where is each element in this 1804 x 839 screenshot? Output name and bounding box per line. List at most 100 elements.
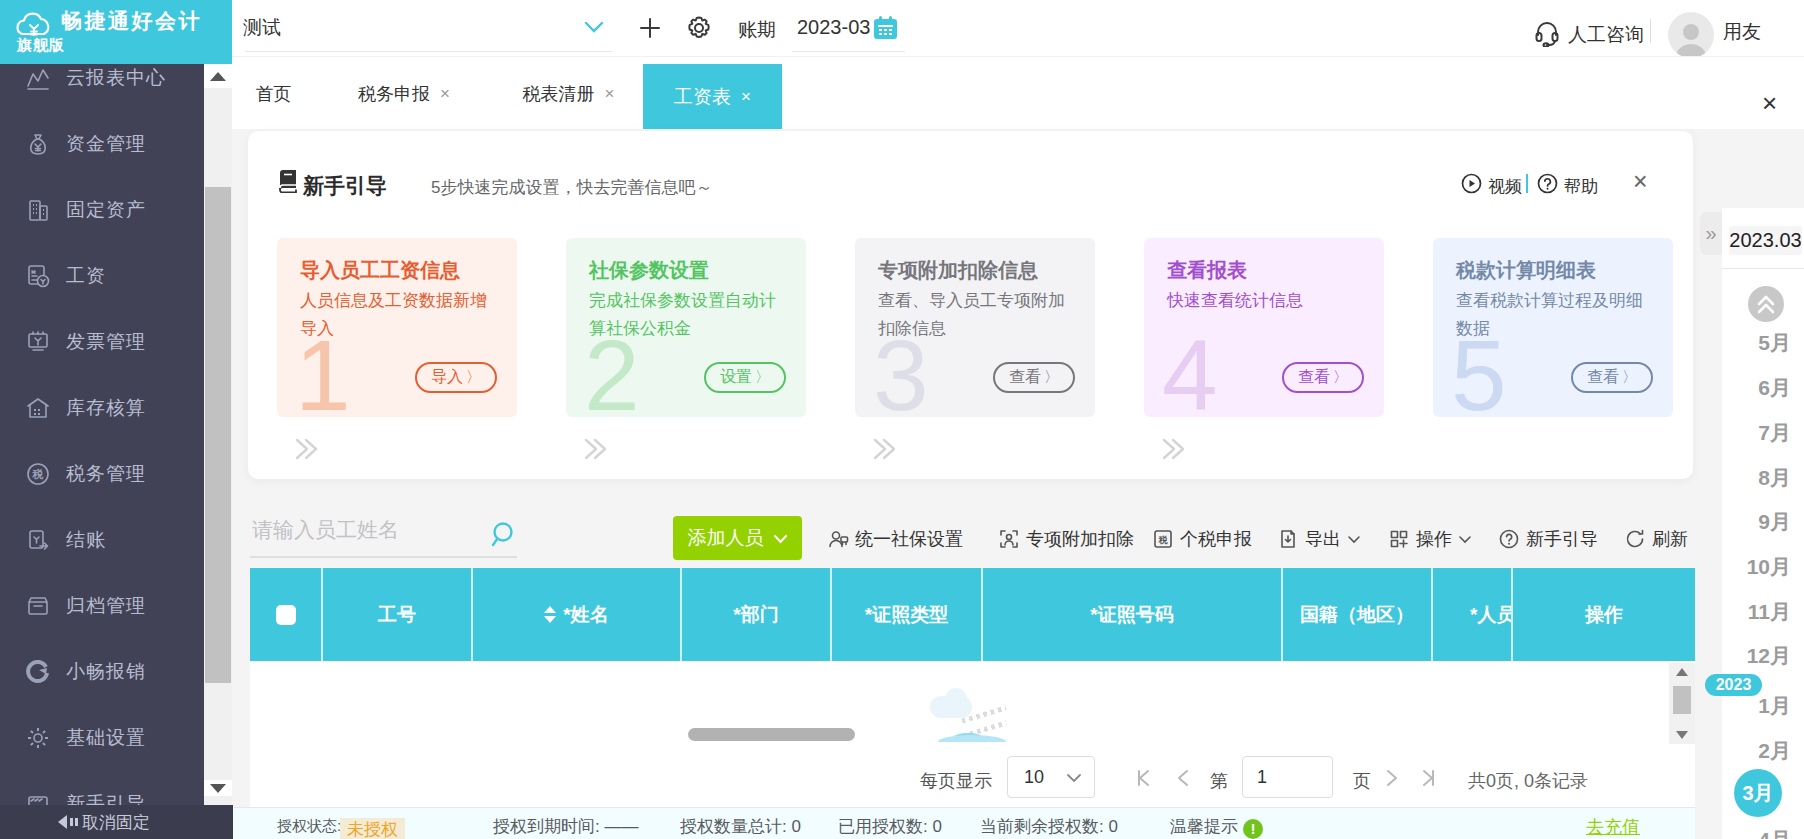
column-header-国籍地区[interactable]: 国籍（地区） bbox=[1283, 568, 1433, 661]
tab-close-icon[interactable]: × bbox=[605, 84, 615, 104]
sidebar-scroll-down-button[interactable] bbox=[204, 780, 232, 796]
calendar-month-4月[interactable]: 4月 bbox=[1722, 826, 1804, 839]
unpin-sidebar-button[interactable]: 取消固定 bbox=[0, 805, 233, 839]
tab-4[interactable]: 工资表 × bbox=[643, 64, 782, 130]
page-input[interactable]: 1 bbox=[1242, 756, 1333, 798]
tab-label: 工资表 bbox=[674, 84, 731, 110]
select-all-checkbox[interactable] bbox=[276, 605, 296, 625]
sidebar-item-7[interactable]: 税税务管理 bbox=[0, 441, 204, 507]
per-page-select[interactable]: 10 bbox=[1007, 756, 1095, 798]
calendar-month-6月[interactable]: 6月 bbox=[1722, 374, 1804, 402]
tabbar-close-icon[interactable]: × bbox=[1762, 88, 1777, 119]
guide-card-action-button[interactable]: 查看〉 bbox=[1571, 362, 1653, 393]
last-page-button[interactable] bbox=[1419, 767, 1437, 793]
tab-close-icon[interactable]: × bbox=[440, 84, 450, 104]
sidebar-item-label: 小畅报销 bbox=[66, 659, 146, 685]
column-header-证照号码[interactable]: *证照号码 bbox=[983, 568, 1283, 661]
user-name[interactable]: 用友 bbox=[1723, 19, 1761, 45]
column-header-姓名[interactable]: *姓名 bbox=[473, 568, 682, 661]
horizontal-scrollbar-thumb[interactable] bbox=[688, 728, 855, 741]
search-underline bbox=[250, 556, 517, 558]
calendar-collapse-button[interactable]: » bbox=[1700, 212, 1722, 255]
tab-close-icon[interactable]: × bbox=[741, 87, 751, 107]
search-icon[interactable] bbox=[487, 520, 517, 554]
sidebar-scrollbar[interactable] bbox=[204, 64, 232, 839]
sidebar-item-4[interactable]: 工资 bbox=[0, 243, 204, 309]
tab-1[interactable]: 首页 bbox=[232, 57, 315, 130]
consult-button[interactable]: 人工咨询 bbox=[1534, 19, 1644, 51]
guide-card-2: 社保参数设置 完成社保参数设置自动计算社保公积金 2 设置〉 bbox=[566, 238, 806, 417]
license-status-chip: 未授权 bbox=[340, 818, 405, 839]
guide-help-button[interactable]: 帮助 bbox=[1537, 173, 1598, 199]
toolbar-统一社保设置[interactable]: 统一社保设置 bbox=[827, 527, 963, 551]
calendar-month-11月[interactable]: 11月 bbox=[1722, 598, 1804, 626]
guide-video-button[interactable]: 视频 bbox=[1461, 173, 1522, 199]
scan-icon bbox=[998, 528, 1020, 550]
column-header-证照类型[interactable]: *证照类型 bbox=[832, 568, 983, 661]
calendar-month-9月[interactable]: 9月 bbox=[1722, 508, 1804, 536]
sidebar-item-5[interactable]: 发票管理 bbox=[0, 309, 204, 375]
toolbar-新手引导[interactable]: 新手引导 bbox=[1498, 527, 1598, 551]
calendar-month-8月[interactable]: 8月 bbox=[1722, 464, 1804, 492]
search-input[interactable] bbox=[252, 512, 482, 548]
toolbar-action-label: 导出 bbox=[1305, 527, 1341, 551]
scroll-up-icon[interactable] bbox=[1676, 668, 1688, 676]
guide-close-icon[interactable]: × bbox=[1633, 167, 1648, 196]
tab-2[interactable]: 税务申报× bbox=[351, 57, 457, 130]
calendar-month-2月[interactable]: 2月 bbox=[1722, 737, 1804, 765]
recharge-link[interactable]: 去充值 bbox=[1586, 815, 1640, 839]
tab-3[interactable]: 税表清册× bbox=[511, 57, 626, 130]
sidebar-scroll-up-button[interactable] bbox=[204, 64, 232, 88]
sidebar-item-11[interactable]: 基础设置 bbox=[0, 705, 204, 771]
column-header-部门[interactable]: *部门 bbox=[682, 568, 832, 661]
sidebar-item-9[interactable]: 归档管理 bbox=[0, 573, 204, 639]
add-person-button[interactable]: 添加人员 bbox=[673, 516, 802, 560]
sidebar-item-8[interactable]: 结账 bbox=[0, 507, 204, 573]
vertical-scrollbar-thumb[interactable] bbox=[1673, 686, 1691, 714]
add-account-icon[interactable] bbox=[638, 16, 662, 44]
calendar-selected-month[interactable]: 3月 bbox=[1734, 769, 1782, 817]
sidebar-item-6[interactable]: 库存核算 bbox=[0, 375, 204, 441]
guide-card-action-button[interactable]: 查看〉 bbox=[1282, 362, 1364, 393]
sidebar-item-2[interactable]: 资金管理 bbox=[0, 111, 204, 177]
table-vertical-scrollbar[interactable] bbox=[1669, 663, 1695, 744]
guide-card-action-button[interactable]: 设置〉 bbox=[704, 362, 786, 393]
first-page-button[interactable] bbox=[1135, 767, 1153, 793]
calendar-month-12月[interactable]: 12月 bbox=[1722, 642, 1804, 670]
calendar-month-5月[interactable]: 5月 bbox=[1722, 329, 1804, 357]
calendar-month-10月[interactable]: 10月 bbox=[1722, 553, 1804, 581]
sidebar-item-label: 归档管理 bbox=[66, 593, 146, 619]
next-page-button[interactable] bbox=[1385, 767, 1399, 793]
scroll-down-icon[interactable] bbox=[1676, 731, 1688, 739]
period-calendar-icon[interactable] bbox=[872, 15, 899, 45]
sidebar-item-3[interactable]: 固定资产 bbox=[0, 177, 204, 243]
toolbar-个税申报[interactable]: 税个税申报 bbox=[1152, 527, 1252, 551]
toolbar-专项附加扣除[interactable]: 专项附加扣除 bbox=[998, 527, 1134, 551]
calendar-month-1月[interactable]: 1月 bbox=[1722, 692, 1804, 720]
toolbar-导出[interactable]: 导出 bbox=[1277, 527, 1361, 551]
sidebar-item-10[interactable]: 小畅报销 bbox=[0, 639, 204, 705]
prev-page-button[interactable] bbox=[1176, 767, 1190, 793]
guide-card-action-button[interactable]: 查看〉 bbox=[993, 362, 1075, 393]
calendar-collapse-up-icon[interactable] bbox=[1748, 286, 1784, 322]
chart-icon bbox=[25, 65, 51, 91]
period-value[interactable]: 2023-03 bbox=[797, 16, 870, 39]
calendar-month-7月[interactable]: 7月 bbox=[1722, 419, 1804, 447]
question-circle-icon bbox=[1537, 173, 1558, 199]
column-header-操作[interactable]: 操作 bbox=[1513, 568, 1695, 661]
guide-card-action-button[interactable]: 导入〉 bbox=[415, 362, 497, 393]
settings-gear-icon[interactable] bbox=[684, 13, 714, 47]
pagination-summary: 共0页, 0条记录 bbox=[1468, 769, 1588, 793]
account-chevron-down-icon[interactable] bbox=[583, 20, 605, 38]
column-header-工号[interactable]: 工号 bbox=[323, 568, 473, 661]
avatar[interactable] bbox=[1668, 12, 1714, 58]
sort-icon[interactable] bbox=[544, 606, 556, 623]
invoice-icon bbox=[25, 329, 51, 355]
column-header-人员[interactable]: *人员 bbox=[1433, 568, 1513, 661]
info-icon[interactable]: ! bbox=[1243, 819, 1263, 839]
header-checkbox-cell bbox=[250, 568, 323, 661]
account-select[interactable]: 测试 bbox=[243, 15, 281, 41]
toolbar-操作[interactable]: 操作 bbox=[1388, 527, 1472, 551]
sidebar-scrollbar-thumb[interactable] bbox=[205, 187, 231, 683]
toolbar-刷新[interactable]: 刷新 bbox=[1624, 527, 1688, 551]
